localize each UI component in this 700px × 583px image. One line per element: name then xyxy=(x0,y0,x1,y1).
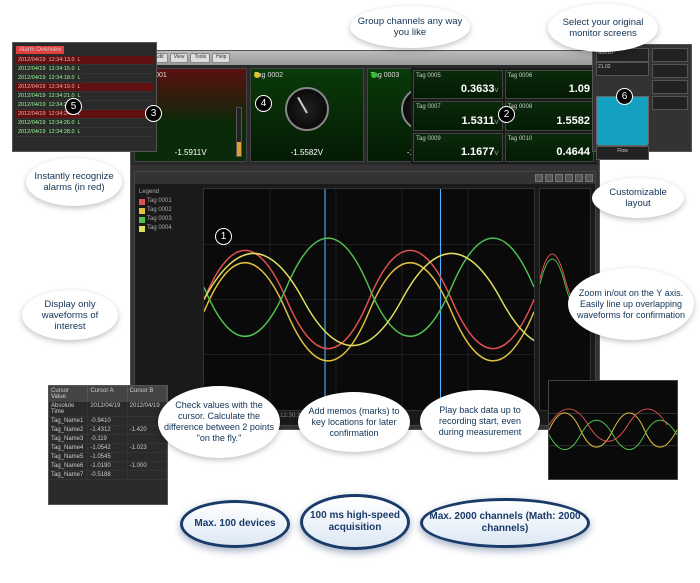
tb-view[interactable]: View xyxy=(170,53,189,63)
callout-memo: Add memos (marks) to key locations for l… xyxy=(298,392,410,452)
tool-icon[interactable] xyxy=(585,174,593,182)
marker-2: 2 xyxy=(498,106,515,123)
callout-alarms: Instantly recognize alarms (in red) xyxy=(26,158,122,206)
marker-6: 6 xyxy=(616,88,633,105)
alarm-row[interactable]: 2012/04/1912:34:26.0L xyxy=(16,119,153,128)
pill-devices: Max. 100 devices xyxy=(180,500,290,548)
tool-icon[interactable] xyxy=(575,174,583,182)
alarm-window[interactable]: Alarm Overview 2012/04/1912:34:13.0L2012… xyxy=(12,42,157,152)
tb-help[interactable]: Help xyxy=(212,53,230,63)
trend-toolbar xyxy=(135,172,595,184)
alarm-row[interactable]: 2012/04/1912:34:19.0L xyxy=(16,83,153,92)
callout-select: Select your original monitor screens xyxy=(548,4,658,52)
toolbar: File Edit View Tools Help xyxy=(131,51,599,65)
ctrl-button[interactable] xyxy=(652,80,688,94)
table-row: Tag_Name3-0.119 xyxy=(49,435,167,444)
legend-item[interactable]: Tag 0003 xyxy=(139,215,199,224)
alarm-header: Alarm Overview xyxy=(16,46,153,54)
main-app-window: File Edit View Tools Help Tag 0001 -1.59… xyxy=(130,50,600,430)
status-dot xyxy=(371,72,377,78)
marker-5: 5 xyxy=(65,98,82,115)
alarm-row[interactable]: 2012/04/1912:34:15.0L xyxy=(16,65,153,74)
numeric-tile[interactable]: Tag 0007 1.5311V xyxy=(413,101,503,130)
alarm-row[interactable]: 2012/04/1912:34:13.0L xyxy=(16,56,153,65)
ctrl-button[interactable] xyxy=(652,48,688,62)
gauge-value: -1.5582V xyxy=(251,148,362,157)
legend-item[interactable]: Tag 0001 xyxy=(139,197,199,206)
pill-speed: 100 ms high-speed acquisition xyxy=(300,494,410,550)
dial-icon xyxy=(285,87,329,131)
ctrl-button[interactable] xyxy=(652,64,688,78)
numeric-tile[interactable]: Tag 00081.5582 xyxy=(505,101,595,130)
swatch-icon xyxy=(139,199,145,205)
zoom-plot-window[interactable] xyxy=(548,380,678,480)
table-row: Absolute Time2012/04/192012/04/19 xyxy=(49,402,167,417)
alarm-row[interactable]: 2012/04/1912:34:24.0L xyxy=(16,110,153,119)
num-value: 1.09 xyxy=(569,83,590,95)
pill-channels: Max. 2000 channels (Math: 2000 channels) xyxy=(420,498,590,548)
swatch-icon xyxy=(139,208,145,214)
legend-title: Legend xyxy=(139,188,199,197)
num-tag: Tag 0005 xyxy=(416,73,441,79)
alarm-row[interactable]: 2012/04/1912:34:18.0L xyxy=(16,74,153,83)
tool-icon[interactable] xyxy=(555,174,563,182)
orig-value: Flow xyxy=(596,146,649,160)
gauge-2[interactable]: Tag 0002 -1.5582V xyxy=(250,68,363,162)
table-row: Tag_Name7-0.5188 xyxy=(49,471,167,480)
num-value: 1.5311V xyxy=(461,115,498,127)
alarm-row[interactable]: 2012/04/1912:34:28.0L xyxy=(16,128,153,137)
num-tag: Tag 0007 xyxy=(416,104,441,110)
orig-controls xyxy=(652,48,688,148)
callout-playback: Play back data up to recording start, ev… xyxy=(420,390,540,452)
alarm-row[interactable]: 2012/04/1912:34:21.0L xyxy=(16,92,153,101)
callout-display: Display only waveforms of interest xyxy=(22,290,118,340)
tool-icon[interactable] xyxy=(535,174,543,182)
table-row: Tag_Name5-1.0545 xyxy=(49,453,167,462)
ctrl-button[interactable] xyxy=(652,96,688,110)
table-row: Tag_Name6-1.0190-1.000 xyxy=(49,462,167,471)
cursor-header: Cursor Value Cursor A Cursor B xyxy=(49,386,167,402)
tb-tools[interactable]: Tools xyxy=(190,53,210,63)
marker-4: 4 xyxy=(255,95,272,112)
num-tag: Tag 0010 xyxy=(508,136,533,142)
marker-1: 1 xyxy=(215,228,232,245)
legend-item[interactable]: Tag 0004 xyxy=(139,224,199,233)
tool-icon[interactable] xyxy=(545,174,553,182)
swatch-icon xyxy=(139,226,145,232)
trend-legend: Legend Tag 0001 Tag 0002 Tag 0003 Tag 00… xyxy=(139,188,199,233)
numeric-tile[interactable]: Tag 0006 1.09 xyxy=(505,70,595,99)
num-value: 1.1677V xyxy=(461,146,499,158)
num-value: 0.4644 xyxy=(556,146,590,158)
alarm-row[interactable]: 2012/04/1912:34:23.0L xyxy=(16,101,153,110)
table-row: Tag_Name1-0.9410 xyxy=(49,417,167,426)
table-row: Tag_Name2-1.4312-1.420 xyxy=(49,426,167,435)
trend-plot[interactable] xyxy=(203,188,535,411)
callout-cursor: Check values with the cursor. Calculate … xyxy=(158,386,280,458)
num-value: 1.5582 xyxy=(556,115,590,127)
cursor-value-window[interactable]: Cursor Value Cursor A Cursor B Absolute … xyxy=(48,385,168,505)
legend-item[interactable]: Tag 0002 xyxy=(139,206,199,215)
tool-icon[interactable] xyxy=(565,174,573,182)
num-tag: Tag 0009 xyxy=(416,136,441,142)
num-value: 0.3633V xyxy=(461,83,499,95)
numeric-tile[interactable]: Tag 0010 0.4644 xyxy=(505,133,595,162)
original-screen-window[interactable]: w3010 21.02 Flow xyxy=(592,44,692,152)
num-tag: Tag 0006 xyxy=(508,73,533,79)
marker-3: 3 xyxy=(145,105,162,122)
table-row: Tag_Name4-1.0542-1.023 xyxy=(49,444,167,453)
callout-zoom: Zoom in/out on the Y axis. Easily line u… xyxy=(568,268,694,340)
swatch-icon xyxy=(139,217,145,223)
numeric-tile[interactable]: Tag 0005 0.3633V xyxy=(413,70,503,99)
callout-group: Group channels any way you like xyxy=(350,6,470,48)
numeric-tile[interactable]: Tag 0009 1.1677V xyxy=(413,133,503,162)
callout-layout: Customizable layout xyxy=(592,178,684,218)
orig-value: 21.02 xyxy=(596,62,649,76)
